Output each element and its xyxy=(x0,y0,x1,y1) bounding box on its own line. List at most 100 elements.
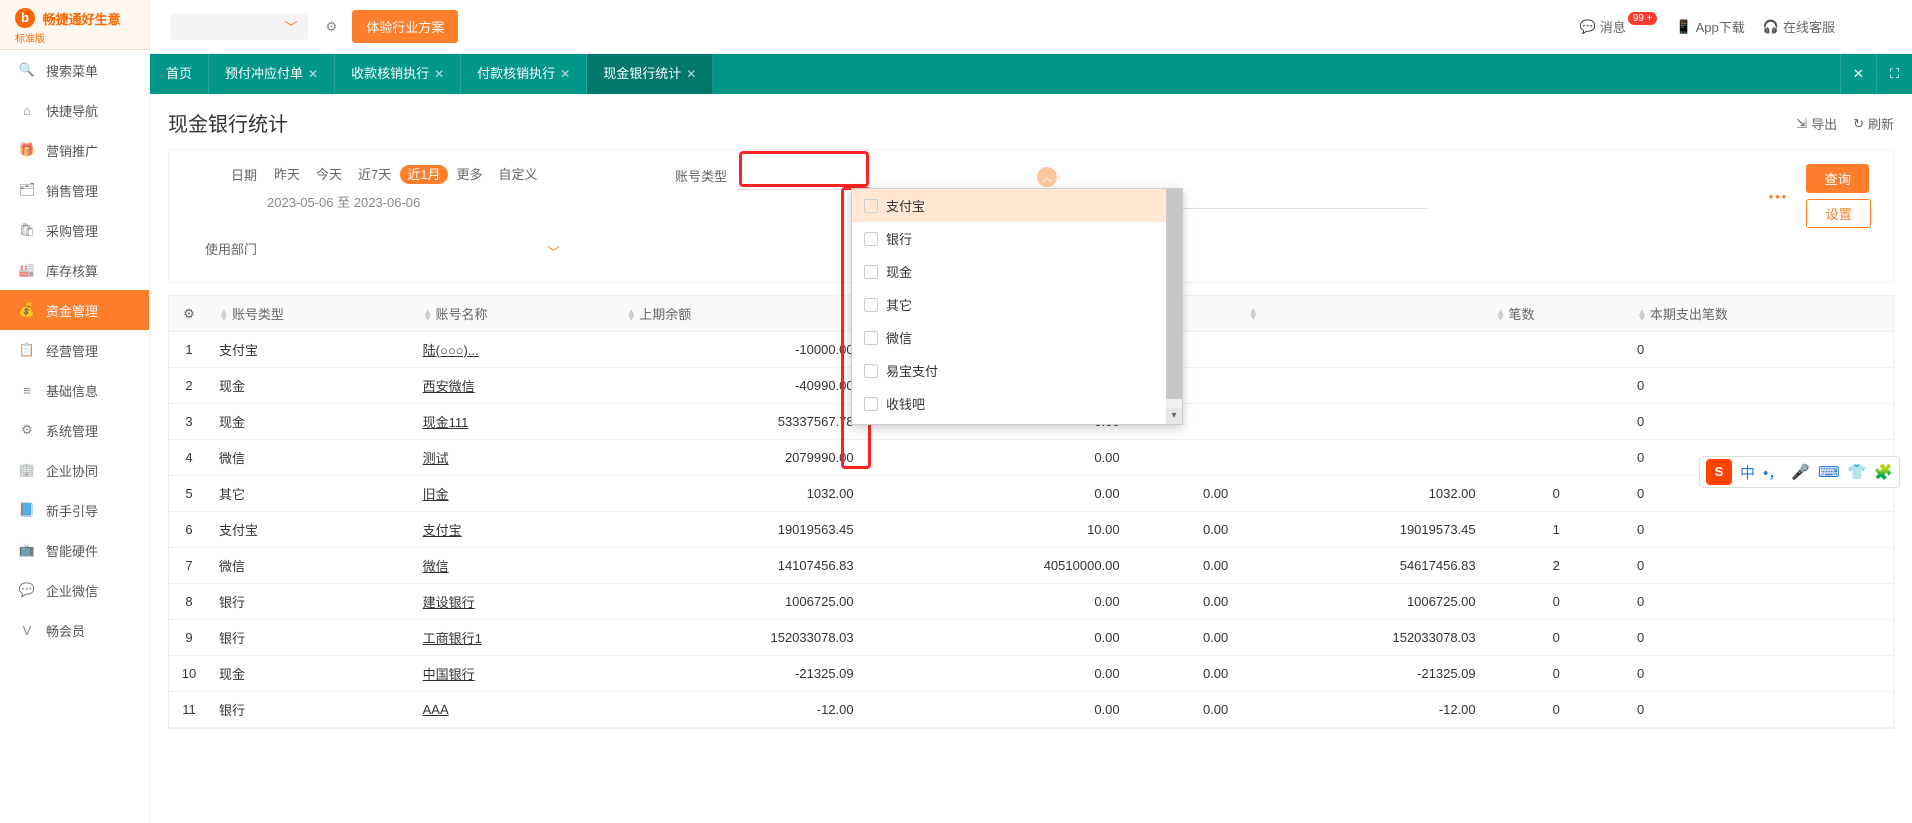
dept-input[interactable] xyxy=(267,238,547,264)
sidebar-item-11[interactable]: 📘新手引导 xyxy=(0,490,149,530)
date-chip-5[interactable]: 自定义 xyxy=(492,165,545,184)
ime-keyboard-icon[interactable]: ⌨ xyxy=(1818,463,1840,481)
checkbox-icon[interactable] xyxy=(864,298,878,312)
tab-0[interactable]: 首页 xyxy=(150,54,209,94)
sort-icon[interactable]: ▲▼ xyxy=(219,310,229,322)
sidebar-item-12[interactable]: 📺智能硬件 xyxy=(0,530,149,570)
sidebar-item-6[interactable]: 💰资金管理 xyxy=(0,290,149,330)
user-avatar[interactable] xyxy=(1853,17,1892,36)
dropdown-option-6[interactable]: 收钱吧 xyxy=(852,387,1182,420)
date-chip-0[interactable]: 昨天 xyxy=(267,165,307,184)
cell-name[interactable]: 现金111 xyxy=(413,404,617,440)
support-button[interactable]: 🎧 在线客服 xyxy=(1763,17,1835,36)
dropdown-option-3[interactable]: 其它 xyxy=(852,288,1182,321)
more-filters-button[interactable]: ••• xyxy=(1769,189,1789,204)
dropdown-option-2[interactable]: 现金 xyxy=(852,255,1182,288)
table-header-0[interactable]: ⚙ xyxy=(169,296,209,332)
sidebar-item-1[interactable]: ⌂快捷导航 xyxy=(0,90,149,130)
sort-icon[interactable]: ▲▼ xyxy=(1637,310,1647,322)
sidebar-item-14[interactable]: V畅会员 xyxy=(0,610,149,650)
sort-icon[interactable]: ▲▼ xyxy=(1496,310,1506,322)
refresh-button[interactable]: ↻ 刷新 xyxy=(1853,114,1894,133)
sidebar-item-13[interactable]: 💬企业微信 xyxy=(0,570,149,610)
ime-toolbar[interactable]: S 中 •， 🎤 ⌨ 👕 🧩 xyxy=(1699,456,1900,488)
cell-name[interactable]: 测试 xyxy=(413,440,617,476)
dropdown-option-4[interactable]: 微信 xyxy=(852,321,1182,354)
sort-icon[interactable]: ▲▼ xyxy=(423,310,433,322)
cell-name[interactable]: 西安微信 xyxy=(413,368,617,404)
org-selector[interactable]: ﹀ xyxy=(170,13,308,40)
tab-2[interactable]: 收款核销执行✕ xyxy=(335,54,461,94)
dept-select[interactable]: ﹀ xyxy=(267,238,560,264)
table-header-3[interactable]: ▲▼上期余额 xyxy=(616,296,863,332)
notifications-button[interactable]: 💬 消息 99 + xyxy=(1580,17,1658,36)
ime-skin-icon[interactable]: 👕 xyxy=(1848,463,1867,481)
sidebar-item-3[interactable]: 🗂销售管理 xyxy=(0,170,149,210)
dropdown-scrollbar[interactable]: ▾ xyxy=(1166,189,1182,424)
sidebar-item-4[interactable]: 🛍采购管理 xyxy=(0,210,149,250)
sort-icon[interactable]: ▲▼ xyxy=(626,310,636,322)
checkbox-icon[interactable] xyxy=(864,199,878,213)
cell-c5: 0.00 xyxy=(1130,584,1239,620)
ime-punct-icon[interactable]: •， xyxy=(1763,462,1783,483)
tab-fullscreen-button[interactable]: ⛶ xyxy=(1876,54,1912,94)
cell-name[interactable]: 中国银行 xyxy=(413,656,617,692)
close-icon[interactable]: ✕ xyxy=(686,67,696,81)
ime-lang[interactable]: 中 xyxy=(1740,462,1755,483)
table-header-6[interactable]: ▲▼ xyxy=(1238,296,1485,332)
settings-button[interactable]: 设置 xyxy=(1806,199,1871,228)
date-chip-3[interactable]: 近1月 xyxy=(400,165,447,184)
cell-name[interactable]: 微信 xyxy=(413,548,617,584)
checkbox-icon[interactable] xyxy=(864,331,878,345)
dropdown-option-0[interactable]: 支付宝 xyxy=(852,189,1182,222)
ime-toolbox-icon[interactable]: 🧩 xyxy=(1874,463,1893,481)
scroll-down-icon[interactable]: ▾ xyxy=(1166,408,1182,424)
date-chip-2[interactable]: 近7天 xyxy=(351,165,398,184)
dropdown-option-5[interactable]: 易宝支付 xyxy=(852,354,1182,387)
table-header-7[interactable]: ▲▼笔数 xyxy=(1486,296,1627,332)
scrollbar-thumb[interactable] xyxy=(1166,189,1182,399)
date-chip-1[interactable]: 今天 xyxy=(309,165,349,184)
table-header-1[interactable]: ▲▼账号类型 xyxy=(209,296,413,332)
close-icon[interactable]: ✕ xyxy=(434,67,444,81)
sidebar-item-0[interactable]: 🔍搜索菜单 xyxy=(0,50,149,90)
close-icon[interactable]: ✕ xyxy=(308,67,318,81)
checkbox-icon[interactable] xyxy=(864,397,878,411)
table-header-2[interactable]: ▲▼账号名称 xyxy=(413,296,617,332)
cell-name[interactable]: 建设银行 xyxy=(413,584,617,620)
app-download-button[interactable]: 📱 App下载 xyxy=(1675,17,1744,36)
dropdown-option-1[interactable]: 银行 xyxy=(852,222,1182,255)
account-type-input[interactable] xyxy=(737,164,1037,190)
cell-name[interactable]: 支付宝 xyxy=(413,512,617,548)
export-button[interactable]: ⇲ 导出 xyxy=(1796,114,1837,133)
tab-4[interactable]: 现金银行统计✕ xyxy=(587,54,713,94)
tab-1[interactable]: 预付冲应付单✕ xyxy=(209,54,335,94)
sort-icon[interactable]: ▲▼ xyxy=(1248,309,1258,321)
checkbox-icon[interactable] xyxy=(864,232,878,246)
date-chip-4[interactable]: 更多 xyxy=(450,165,490,184)
cell-name[interactable]: 工商银行1 xyxy=(413,620,617,656)
dropdown-option-7[interactable]: 长沙银行 xyxy=(852,420,1182,424)
sidebar-item-8[interactable]: ≡基础信息 xyxy=(0,370,149,410)
gear-icon[interactable]: ⚙ xyxy=(326,19,338,35)
checkbox-icon[interactable] xyxy=(864,265,878,279)
collapse-icon[interactable]: ︿ xyxy=(1037,167,1057,187)
checkbox-icon[interactable] xyxy=(864,364,878,378)
query-button[interactable]: 查询 xyxy=(1806,164,1869,193)
gear-icon[interactable]: ⚙ xyxy=(183,306,195,321)
tab-close-all-button[interactable]: ✕ xyxy=(1840,54,1876,94)
sidebar-item-9[interactable]: ⚙系统管理 xyxy=(0,410,149,450)
sidebar-item-7[interactable]: 📋经营管理 xyxy=(0,330,149,370)
table-header-8[interactable]: ▲▼本期支出笔数 xyxy=(1627,296,1893,332)
sidebar-item-10[interactable]: 🏢企业协同 xyxy=(0,450,149,490)
sidebar-item-2[interactable]: 🎁营销推广 xyxy=(0,130,149,170)
close-icon[interactable]: ✕ xyxy=(560,67,570,81)
logo-area[interactable]: b 畅捷通好生意 标准版 xyxy=(0,0,149,50)
ime-mic-icon[interactable]: 🎤 xyxy=(1791,463,1810,481)
tab-3[interactable]: 付款核销执行✕ xyxy=(461,54,587,94)
cell-name[interactable]: 陆(○○○)... xyxy=(413,332,617,368)
cell-name[interactable]: 旧金 xyxy=(413,476,617,512)
cell-name[interactable]: AAA xyxy=(413,692,617,728)
sidebar-item-5[interactable]: 🏭库存核算 xyxy=(0,250,149,290)
try-plan-button[interactable]: 体验行业方案 xyxy=(352,10,458,43)
